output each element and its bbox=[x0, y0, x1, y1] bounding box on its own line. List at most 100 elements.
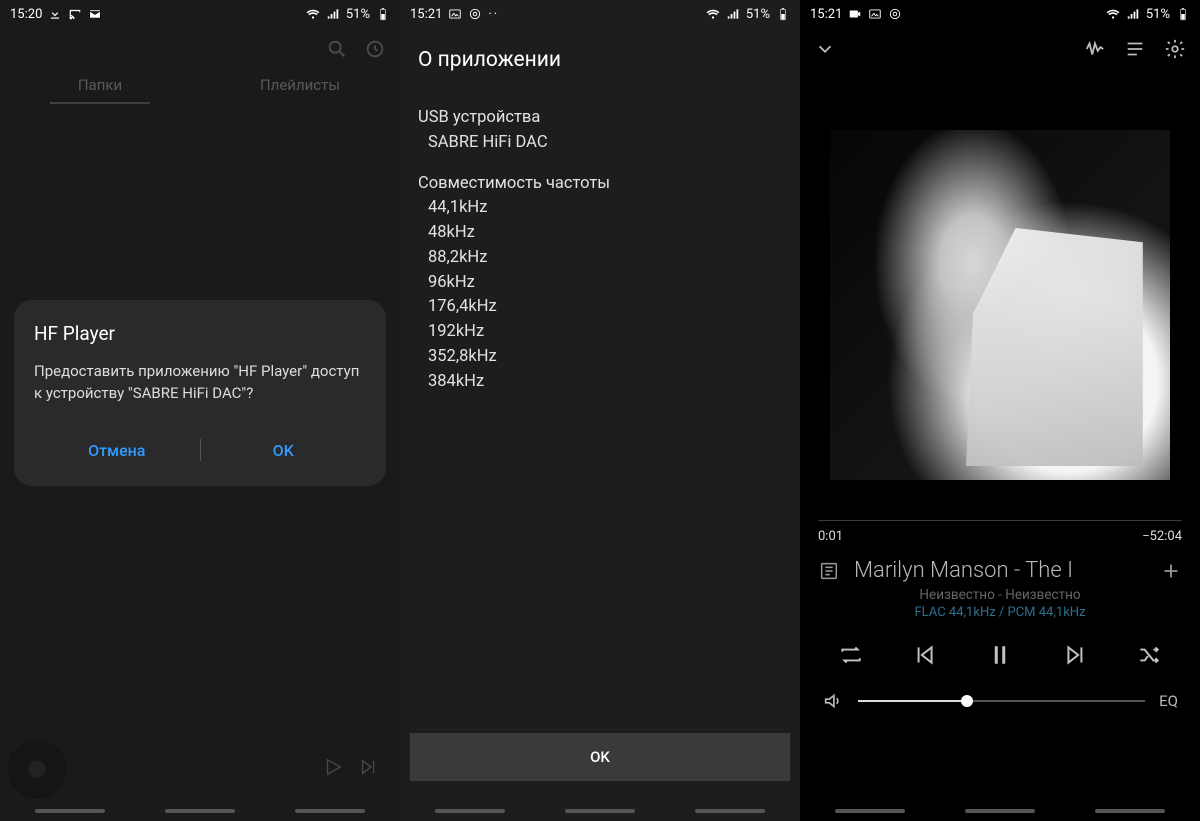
dialog-buttons: Отмена OK bbox=[34, 423, 366, 478]
pause-icon[interactable] bbox=[985, 640, 1015, 670]
frequency-item: 88,2kHz bbox=[418, 246, 782, 271]
chrome-icon bbox=[468, 7, 482, 21]
library-tabs: Папки Плейлисты bbox=[0, 64, 400, 104]
volume-row: EQ bbox=[800, 676, 1200, 738]
screen-hf-permission: 15:20 51% Папки Плейлисты HF Player Пред… bbox=[0, 0, 400, 821]
status-bar: 15:20 51% bbox=[0, 0, 400, 28]
playback-controls bbox=[800, 620, 1200, 676]
queue-icon[interactable] bbox=[1124, 38, 1146, 60]
search-icon[interactable] bbox=[326, 38, 348, 60]
time-elapsed: 0:01 bbox=[818, 529, 843, 544]
volume-fill bbox=[858, 700, 967, 702]
track-info-row: Marilyn Manson - The I bbox=[800, 544, 1200, 585]
nav-home[interactable] bbox=[165, 809, 235, 813]
ok-button[interactable]: OK bbox=[410, 733, 790, 781]
signal-icon bbox=[726, 7, 740, 21]
volume-knob[interactable] bbox=[961, 695, 973, 707]
previous-icon[interactable] bbox=[911, 642, 937, 668]
status-bar: 15:21 ·· 51% bbox=[400, 0, 800, 28]
frequency-item: 384kHz bbox=[418, 370, 782, 395]
status-battery-pct: 51% bbox=[346, 7, 370, 22]
android-navbar bbox=[400, 809, 800, 821]
usb-devices-label: USB устройства bbox=[418, 106, 782, 131]
next-icon[interactable] bbox=[358, 756, 380, 782]
download-icon bbox=[48, 7, 62, 21]
nav-back[interactable] bbox=[695, 809, 765, 813]
frequency-item: 352,8kHz bbox=[418, 345, 782, 370]
frequency-item: 48kHz bbox=[418, 221, 782, 246]
volume-icon[interactable] bbox=[822, 690, 844, 712]
wifi-icon bbox=[706, 7, 720, 21]
status-bar: 15:21 51% bbox=[800, 0, 1200, 28]
lyrics-icon[interactable] bbox=[818, 560, 840, 582]
frequency-item: 96kHz bbox=[418, 271, 782, 296]
next-icon[interactable] bbox=[1063, 642, 1089, 668]
repeat-icon[interactable] bbox=[838, 642, 864, 668]
progress-bar[interactable] bbox=[818, 520, 1182, 521]
eq-button[interactable]: EQ bbox=[1159, 692, 1178, 710]
video-icon bbox=[848, 7, 862, 21]
battery-icon bbox=[776, 7, 790, 21]
android-navbar bbox=[800, 809, 1200, 821]
album-disc-icon[interactable] bbox=[6, 738, 68, 800]
signal-icon bbox=[326, 7, 340, 21]
cancel-button[interactable]: Отмена bbox=[34, 433, 200, 468]
add-icon[interactable] bbox=[1160, 560, 1182, 582]
usb-permission-dialog: HF Player Предоставить приложению "HF Pl… bbox=[14, 300, 386, 486]
nav-recent[interactable] bbox=[435, 809, 505, 813]
tab-playlists[interactable]: Плейлисты bbox=[200, 64, 400, 104]
about-info: USB устройства SABRE HiFi DAC Совместимо… bbox=[400, 96, 800, 394]
track-subtitle: Неизвестно - Неизвестно bbox=[800, 587, 1200, 603]
frequency-list: 44,1kHz48kHz88,2kHz96kHz176,4kHz192kHz35… bbox=[418, 196, 782, 394]
mini-player bbox=[0, 733, 400, 805]
nav-recent[interactable] bbox=[35, 809, 105, 813]
android-navbar bbox=[0, 809, 400, 821]
progress-area: 0:01 −52:04 bbox=[800, 480, 1200, 544]
nav-recent[interactable] bbox=[835, 809, 905, 813]
frequency-item: 176,4kHz bbox=[418, 295, 782, 320]
clock-icon[interactable] bbox=[364, 38, 386, 60]
nav-back[interactable] bbox=[295, 809, 365, 813]
waveform-icon[interactable] bbox=[1084, 38, 1106, 60]
time-remaining: −52:04 bbox=[1142, 529, 1182, 544]
gallery-icon bbox=[868, 7, 882, 21]
screen-now-playing: 15:21 51% 0:01 −52:04 Marilyn Manson - bbox=[800, 0, 1200, 821]
more-icon: ·· bbox=[488, 7, 499, 22]
player-top-bar bbox=[800, 28, 1200, 70]
nav-home[interactable] bbox=[965, 809, 1035, 813]
gallery-icon bbox=[448, 7, 462, 21]
app-top-actions bbox=[0, 28, 400, 64]
status-time: 15:21 bbox=[810, 7, 842, 22]
play-icon[interactable] bbox=[322, 756, 344, 782]
tab-folders[interactable]: Папки bbox=[0, 64, 200, 104]
screen-about: 15:21 ·· 51% О приложении USB устройства… bbox=[400, 0, 800, 821]
battery-icon bbox=[1176, 7, 1190, 21]
status-time: 15:21 bbox=[410, 7, 442, 22]
ok-button[interactable]: OK bbox=[201, 433, 367, 468]
usb-device-value: SABRE HiFi DAC bbox=[418, 131, 782, 156]
nav-home[interactable] bbox=[565, 809, 635, 813]
wifi-icon bbox=[306, 7, 320, 21]
volume-slider[interactable] bbox=[858, 700, 1145, 702]
gear-icon[interactable] bbox=[1164, 38, 1186, 60]
mail-icon bbox=[88, 7, 102, 21]
dialog-title: HF Player bbox=[34, 322, 366, 345]
tab-playlists-label: Плейлисты bbox=[260, 76, 340, 94]
tab-folders-label: Папки bbox=[78, 76, 122, 94]
album-art[interactable] bbox=[830, 130, 1170, 480]
frequency-item: 44,1kHz bbox=[418, 196, 782, 221]
shuffle-icon[interactable] bbox=[1136, 642, 1162, 668]
freq-compat-label: Совместимость частоты bbox=[418, 172, 782, 197]
status-battery-pct: 51% bbox=[1146, 7, 1170, 22]
track-title: Marilyn Manson - The I bbox=[854, 558, 1146, 583]
wifi-icon bbox=[1106, 7, 1120, 21]
status-time: 15:20 bbox=[10, 7, 42, 22]
track-format: FLAC 44,1kHz / PCM 44,1kHz bbox=[800, 605, 1200, 620]
nav-back[interactable] bbox=[1095, 809, 1165, 813]
dialog-message: Предоставить приложению "HF Player" дост… bbox=[34, 361, 366, 405]
status-battery-pct: 51% bbox=[746, 7, 770, 22]
cast-icon bbox=[68, 7, 82, 21]
page-title: О приложении bbox=[400, 28, 800, 96]
chevron-down-icon[interactable] bbox=[814, 38, 836, 60]
chrome-icon bbox=[888, 7, 902, 21]
